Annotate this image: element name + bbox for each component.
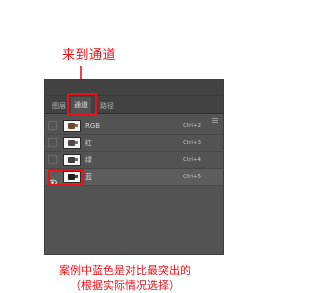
channel-row-red[interactable]: 红 Ctrl+3 — [45, 135, 223, 152]
channel-thumbnail — [63, 154, 81, 166]
channel-shortcut: Ctrl+2 — [183, 123, 201, 129]
annotation-line-2: （根据实际情况选择） — [70, 279, 180, 292]
visibility-toggle[interactable] — [48, 138, 57, 147]
channel-thumbnail — [63, 137, 81, 149]
channel-shortcut: Ctrl+4 — [183, 157, 201, 163]
annotation-line-1: 案例中蓝色是对比最突出的 — [59, 264, 191, 277]
channel-name: 红 — [85, 139, 92, 147]
blue-channel-highlight — [48, 169, 84, 186]
visibility-toggle[interactable] — [48, 155, 57, 164]
channels-tab-highlight — [67, 93, 97, 115]
channel-name: 蓝 — [85, 173, 92, 181]
channel-name: RGB — [85, 122, 101, 130]
visibility-toggle[interactable] — [48, 121, 57, 130]
channel-row-green[interactable]: 绿 Ctrl+4 — [45, 152, 223, 169]
channel-row-rgb[interactable]: RGB Ctrl+2 — [45, 118, 223, 135]
channel-shortcut: Ctrl+5 — [183, 174, 201, 180]
channel-thumbnail — [63, 120, 81, 132]
channel-name: 绿 — [85, 156, 92, 164]
tab-layers[interactable]: 图层 — [49, 99, 69, 114]
annotation-go-to-channels: 来到通道 — [62, 48, 117, 63]
tab-paths[interactable]: 路径 — [97, 99, 117, 114]
channels-panel: 图层 通道 路径 RGB Ctrl+2 红 Ctrl+3 绿 Ctrl+4 蓝 … — [44, 79, 224, 255]
channel-shortcut: Ctrl+3 — [183, 140, 201, 146]
